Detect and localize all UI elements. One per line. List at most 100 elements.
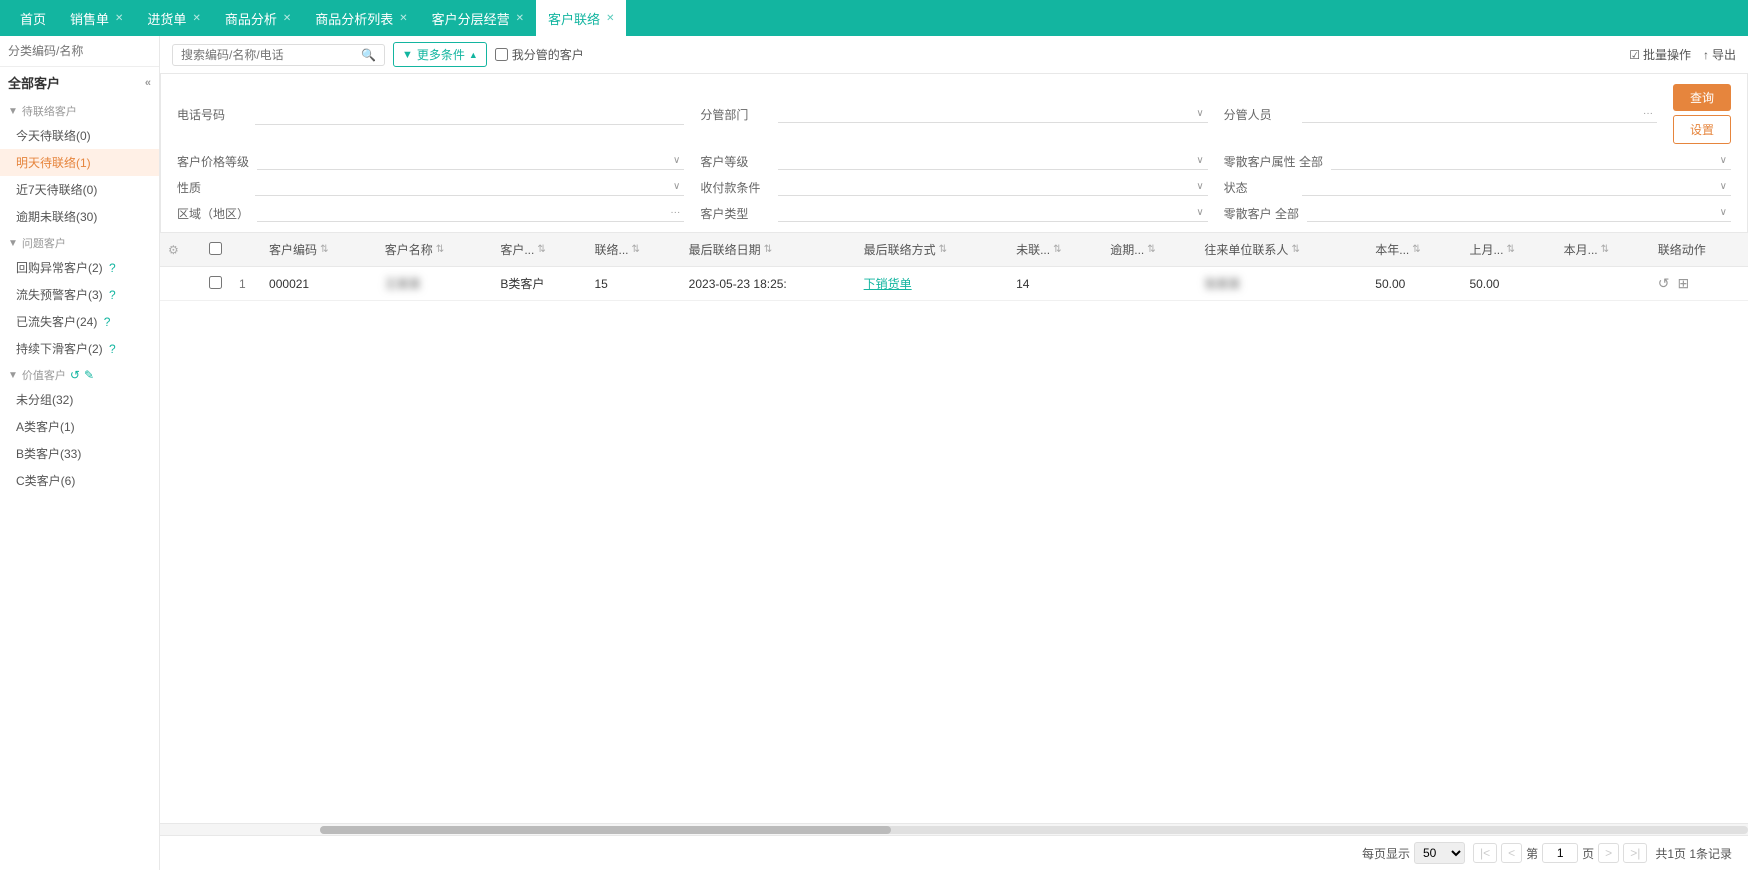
nav-customer-contact[interactable]: 客户联络 ✕ xyxy=(536,0,626,36)
all-customers-header[interactable]: 全部客户 « xyxy=(0,67,159,98)
nav-home[interactable]: 首页 xyxy=(8,0,58,36)
close-icon[interactable]: ✕ xyxy=(606,13,614,24)
query-button[interactable]: 查询 xyxy=(1673,84,1731,111)
nav-sales-order[interactable]: 销售单 ✕ xyxy=(58,0,135,36)
sidebar-item-today-contact[interactable]: 今天待联络(0) xyxy=(0,122,159,149)
filter-select-retail-attr[interactable]: ∨ xyxy=(1331,152,1731,170)
my-customers-check[interactable] xyxy=(495,48,508,61)
row-checkbox[interactable] xyxy=(209,276,222,289)
scrollbar-thumb xyxy=(320,826,891,834)
close-icon[interactable]: ✕ xyxy=(399,13,407,24)
col-checkbox[interactable] xyxy=(201,233,231,267)
filter-input-phone[interactable] xyxy=(255,104,684,125)
col-last-contact-date[interactable]: 最后联络日期 ⇅ xyxy=(681,233,856,267)
export-button[interactable]: ↑ 导出 xyxy=(1703,46,1736,63)
col-label: 联络... xyxy=(595,241,629,258)
horizontal-scrollbar[interactable] xyxy=(320,826,1748,834)
page-input[interactable] xyxy=(1542,843,1578,863)
col-customer-type[interactable]: 客户... ⇅ xyxy=(492,233,586,267)
last-page-button[interactable]: >| xyxy=(1623,843,1647,863)
sidebar-item-class-c[interactable]: C类客户(6) xyxy=(0,467,159,494)
checkbox-icon: ☑ xyxy=(1629,48,1640,62)
col-label: 未联... xyxy=(1016,241,1050,258)
col-gear[interactable]: ⚙ xyxy=(160,233,201,267)
sidebar-item-class-b[interactable]: B类客户(33) xyxy=(0,440,159,467)
cell-customer-name: 王某某 xyxy=(377,267,493,301)
search-input[interactable] xyxy=(181,48,361,62)
col-last-contact-method[interactable]: 最后联络方式 ⇅ xyxy=(856,233,1008,267)
col-customer-name[interactable]: 客户名称 ⇅ xyxy=(377,233,493,267)
select-all-checkbox[interactable] xyxy=(209,242,222,255)
filter-select-retail-customer[interactable]: ∨ xyxy=(1307,204,1731,222)
sort-icon: ⇅ xyxy=(764,244,772,255)
sidebar-item-tomorrow-contact[interactable]: 明天待联络(1) xyxy=(0,149,159,176)
sidebar-search-input[interactable] xyxy=(8,44,160,58)
nav-product-analysis-list[interactable]: 商品分析列表 ✕ xyxy=(303,0,419,36)
contact-method-link[interactable]: 下销货单 xyxy=(864,277,912,291)
chevron-down-icon: ∨ xyxy=(1196,181,1203,192)
col-no-contact[interactable]: 未联... ⇅ xyxy=(1008,233,1102,267)
cell-last-contact-method[interactable]: 下销货单 xyxy=(856,267,1008,301)
refresh-icon[interactable]: ↺ xyxy=(1658,275,1670,292)
sidebar-item-abnormal-repurchase[interactable]: 回购异常客户(2) ? xyxy=(0,254,159,281)
nav-purchase-order[interactable]: 进货单 ✕ xyxy=(135,0,212,36)
total-records: 共1页 1条记录 xyxy=(1655,845,1732,862)
sidebar-item-class-a[interactable]: A类客户(1) xyxy=(0,413,159,440)
col-unit-contact[interactable]: 往来单位联系人 ⇅ xyxy=(1196,233,1367,267)
prev-page-button[interactable]: < xyxy=(1501,843,1522,863)
chevron-down-icon: ∨ xyxy=(673,155,680,166)
col-this-month[interactable]: 本月... ⇅ xyxy=(1556,233,1650,267)
col-last-month[interactable]: 上月... ⇅ xyxy=(1461,233,1555,267)
cell-this-month xyxy=(1556,267,1650,301)
next-page-button[interactable]: > xyxy=(1598,843,1619,863)
col-label: 最后联络方式 xyxy=(864,241,936,258)
filter-select-nature[interactable]: ∨ xyxy=(255,178,684,196)
batch-action-button[interactable]: ☑ 批量操作 xyxy=(1629,46,1691,63)
col-this-year[interactable]: 本年... ⇅ xyxy=(1367,233,1461,267)
filter-select-customer-level[interactable]: ∨ xyxy=(778,152,1207,170)
col-contact[interactable]: 联络... ⇅ xyxy=(587,233,681,267)
page-size-select: 每页显示 50 10 20 100 xyxy=(1362,842,1465,864)
col-overdue[interactable]: 逾期... ⇅ xyxy=(1102,233,1196,267)
cell-customer-code: 000021 xyxy=(261,267,377,301)
sidebar-item-overdue-contact[interactable]: 逾期未联络(30) xyxy=(0,203,159,230)
search-icon[interactable]: 🔍 xyxy=(361,48,376,62)
first-page-button[interactable]: |< xyxy=(1473,843,1497,863)
close-icon[interactable]: ✕ xyxy=(283,13,291,24)
filter-row-payment: 收付款条件 ∨ xyxy=(700,178,1207,196)
cell-no-contact: 14 xyxy=(1008,267,1102,301)
page-size-dropdown[interactable]: 50 10 20 100 xyxy=(1414,842,1465,864)
sidebar-item-churn-warning[interactable]: 流失预警客户(3) ? xyxy=(0,281,159,308)
filter-select-region[interactable]: ··· xyxy=(257,204,684,222)
more-filters-button[interactable]: ▼ 更多条件 ▲ xyxy=(393,42,487,67)
filter-select-person[interactable]: ··· xyxy=(1302,105,1657,123)
close-icon[interactable]: ✕ xyxy=(115,13,123,24)
filter-select-customer-type[interactable]: ∨ xyxy=(778,204,1207,222)
cell-checkbox[interactable] xyxy=(201,267,231,301)
sidebar-item-churned[interactable]: 已流失客户(24) ? xyxy=(0,308,159,335)
nav-product-analysis[interactable]: 商品分析 ✕ xyxy=(213,0,303,36)
close-icon[interactable]: ✕ xyxy=(516,13,524,24)
nav-customer-tier[interactable]: 客户分层经营 ✕ xyxy=(420,0,536,36)
sidebar-item-week-contact[interactable]: 近7天待联络(0) xyxy=(0,176,159,203)
grid-icon[interactable]: ⊞ xyxy=(1678,275,1690,292)
col-customer-code[interactable]: 客户编码 ⇅ xyxy=(261,233,377,267)
close-icon[interactable]: ✕ xyxy=(192,13,200,24)
filter-row-dept: 分管部门 ∨ xyxy=(700,84,1207,144)
filter-label-payment: 收付款条件 xyxy=(700,179,770,196)
my-customers-checkbox[interactable]: 我分管的客户 xyxy=(495,46,584,63)
filter-select-dept[interactable]: ∨ xyxy=(778,105,1207,123)
cell-action: ↺ ⊞ xyxy=(1650,267,1748,301)
filter-select-payment[interactable]: ∨ xyxy=(778,178,1207,196)
settings-button[interactable]: 设置 xyxy=(1673,115,1731,144)
filter-select-price-level[interactable]: ∨ xyxy=(257,152,684,170)
sort-icon: ⇅ xyxy=(1053,244,1061,255)
filter-label-nature: 性质 xyxy=(177,179,247,196)
content-area: 🔍 ▼ 更多条件 ▲ 我分管的客户 ☑ 批量操作 ↑ 导出 xyxy=(160,36,1748,870)
value-customer-group: ▼ 价值客户 ↺ ✎ xyxy=(0,362,159,386)
sidebar-item-declining[interactable]: 持续下滑客户(2) ? xyxy=(0,335,159,362)
sidebar-item-ungrouped[interactable]: 未分组(32) xyxy=(0,386,159,413)
problem-customer-group: ▼ 问题客户 xyxy=(0,230,159,254)
filter-select-status[interactable]: ∨ xyxy=(1302,178,1731,196)
cell-overdue xyxy=(1102,267,1196,301)
